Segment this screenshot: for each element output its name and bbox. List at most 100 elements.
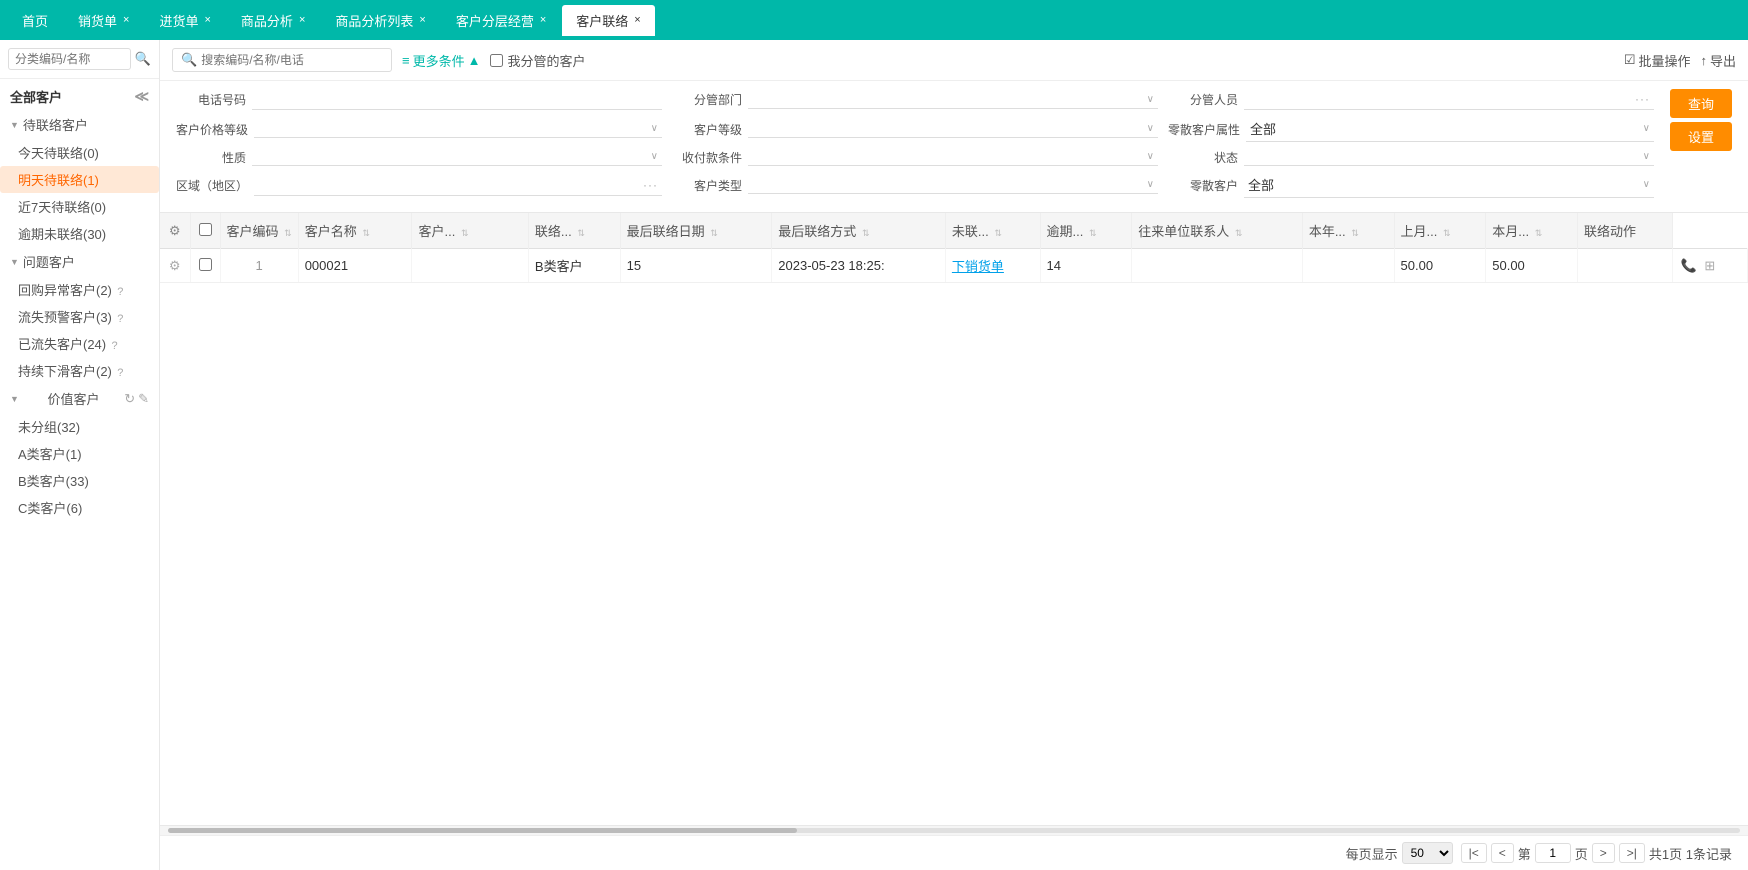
cell-gear: ⚙ (160, 249, 190, 283)
sidebar-item-overdue-contact[interactable]: 逾期未联络(30) (0, 220, 159, 247)
filter-customer-level-select[interactable]: ∨ (748, 120, 1158, 138)
sidebar-item-churned[interactable]: 已流失客户(24) ? (0, 330, 159, 357)
filter-manager-select[interactable]: ··· (1244, 89, 1654, 110)
sidebar-search-input[interactable] (8, 48, 131, 70)
filter-region-select[interactable]: ··· (254, 175, 662, 196)
filter-price-level-select[interactable]: ∨ (254, 120, 662, 138)
filter-dept-select[interactable]: ∨ (748, 91, 1158, 109)
sidebar-item-class-a[interactable]: A类客户(1) (0, 440, 159, 467)
cell-checkbox (190, 249, 220, 283)
nav-goods-analysis-label: 商品分析 (241, 11, 293, 30)
filter-customer-type-select[interactable]: ∨ (748, 176, 1158, 194)
scrollbar-thumb[interactable] (168, 828, 797, 833)
th-this-year: 本年... ⇅ (1302, 213, 1394, 249)
filter-scatter-customer-select[interactable]: 全部 ∨ (1244, 172, 1654, 198)
sort-icon-unlinked[interactable]: ⇅ (994, 228, 1002, 238)
sidebar-search-icon[interactable]: 🔍 (135, 51, 151, 67)
gear-icon[interactable]: ⚙ (169, 223, 181, 238)
cell-name (412, 249, 528, 283)
last-method-link[interactable]: 下销货单 (952, 259, 1004, 274)
search-icon: 🔍 (181, 52, 197, 68)
action-phone-icon[interactable]: 📞 (1681, 258, 1697, 273)
nav-goods-analysis[interactable]: 商品分析 × (227, 5, 319, 36)
sidebar-item-unclassified[interactable]: 未分组(32) (0, 413, 159, 440)
sidebar-item-7day-contact[interactable]: 近7天待联络(0) (0, 193, 159, 220)
nav-customer-contact-close[interactable]: × (634, 14, 640, 26)
nav-sales-label: 销货单 (78, 11, 117, 30)
pending-contact-group[interactable]: 待联络客户 (0, 110, 159, 139)
nav-purchase[interactable]: 进货单 × (145, 5, 224, 36)
prev-page-button[interactable]: < (1491, 843, 1514, 863)
refresh-icon[interactable]: ↻ (124, 391, 135, 407)
nav-home[interactable]: 首页 (8, 5, 62, 36)
sort-icon-last-month[interactable]: ⇅ (1443, 228, 1451, 238)
nav-customer-tier-close[interactable]: × (540, 14, 546, 26)
sort-icon-code[interactable]: ⇅ (284, 228, 292, 238)
filter-nature-select[interactable]: ∨ (252, 148, 662, 166)
nav-home-label: 首页 (22, 11, 48, 30)
my-customer-checkbox[interactable] (490, 54, 503, 67)
page-size-select[interactable]: 50 100 (1402, 842, 1453, 864)
nav-purchase-close[interactable]: × (204, 14, 210, 26)
action-qr-icon[interactable]: ⊞ (1704, 258, 1715, 273)
nav-goods-analysis-close[interactable]: × (299, 14, 305, 26)
nav-sales[interactable]: 销货单 × (64, 5, 143, 36)
table-select-all[interactable] (199, 223, 212, 236)
more-filter-button[interactable]: ≡ 更多条件 ▲ (402, 51, 480, 70)
sidebar-item-class-b[interactable]: B类客户(33) (0, 467, 159, 494)
query-button[interactable]: 查询 (1670, 89, 1732, 118)
th-contact-action: 联络动作 (1577, 213, 1672, 249)
nav-goods-analysis-list[interactable]: 商品分析列表 × (321, 5, 439, 36)
sort-icon-overdue[interactable]: ⇅ (1089, 228, 1097, 238)
sort-icon-person[interactable]: ⇅ (1235, 228, 1243, 238)
all-customers-label: 全部客户 (10, 87, 62, 106)
edit-icon[interactable]: ✎ (138, 391, 149, 407)
sidebar-item-abnormal-repurchase[interactable]: 回购异常客户(2) ? (0, 276, 159, 303)
sort-icon-this-year[interactable]: ⇅ (1351, 228, 1359, 238)
sort-icon-contact[interactable]: ⇅ (577, 228, 585, 238)
filter-scatter-attr: 零散客户属性 全部 ∨ (1168, 116, 1654, 142)
value-customers-group[interactable]: 价值客户 ↻ ✎ (0, 384, 159, 413)
sidebar-item-declining[interactable]: 持续下滑客户(2) ? (0, 357, 159, 384)
batch-op-button[interactable]: ☑ 批量操作 (1624, 51, 1691, 70)
search-wrap: 🔍 (172, 48, 392, 72)
nav-customer-contact[interactable]: 客户联络 × (562, 5, 654, 36)
sort-icon-last-date[interactable]: ⇅ (710, 228, 718, 238)
export-button[interactable]: ↑ 导出 (1700, 51, 1736, 70)
batch-icon: ☑ (1624, 52, 1636, 68)
cell-person (1302, 249, 1394, 283)
sidebar-item-class-c[interactable]: C类客户(6) (0, 494, 159, 521)
main-layout: 🔍 全部客户 ≪ 待联络客户 今天待联络(0) 明天待联络(1) 近7天待联络(… (0, 40, 1748, 870)
nav-sales-close[interactable]: × (123, 14, 129, 26)
collapse-icon[interactable]: ≪ (134, 88, 149, 105)
scrollbar-area (160, 825, 1748, 835)
all-customers-header: 全部客户 ≪ (0, 79, 159, 110)
last-page-button[interactable]: >| (1619, 843, 1645, 863)
set-button[interactable]: 设置 (1670, 122, 1732, 151)
problem-customers-group[interactable]: 问题客户 (0, 247, 159, 276)
filter-phone-input[interactable] (252, 89, 662, 110)
table-header-row: ⚙ 客户编码 ⇅ 客户名称 ⇅ (160, 213, 1748, 249)
nav-goods-analysis-list-close[interactable]: × (419, 14, 425, 26)
sort-icon-type[interactable]: ⇅ (461, 228, 469, 238)
page-size-label: 每页显示 (1346, 844, 1398, 863)
cell-last-method: 下销货单 (945, 249, 1040, 283)
sort-icon-this-month[interactable]: ⇅ (1535, 228, 1543, 238)
sidebar-item-today-contact[interactable]: 今天待联络(0) (0, 139, 159, 166)
sidebar-item-churn-warning[interactable]: 流失预警客户(3) ? (0, 303, 159, 330)
scrollbar-track[interactable] (168, 828, 1740, 833)
sidebar-item-tomorrow-contact[interactable]: 明天待联络(1) (0, 166, 159, 193)
nav-customer-tier[interactable]: 客户分层经营 × (442, 5, 560, 36)
next-page-button[interactable]: > (1592, 843, 1615, 863)
filter-payment-terms-select[interactable]: ∨ (748, 148, 1158, 166)
sidebar-search-area: 🔍 (0, 40, 159, 79)
filter-scatter-attr-select[interactable]: 全部 ∨ (1246, 116, 1654, 142)
filter-customer-level: 客户等级 ∨ (672, 120, 1158, 138)
first-page-button[interactable]: |< (1461, 843, 1487, 863)
row-checkbox[interactable] (199, 258, 212, 271)
page-input[interactable] (1535, 843, 1571, 863)
filter-status-select[interactable]: ∨ (1244, 148, 1654, 166)
sort-icon-name[interactable]: ⇅ (362, 228, 370, 238)
search-input[interactable] (201, 53, 381, 67)
sort-icon-last-method[interactable]: ⇅ (862, 228, 870, 238)
